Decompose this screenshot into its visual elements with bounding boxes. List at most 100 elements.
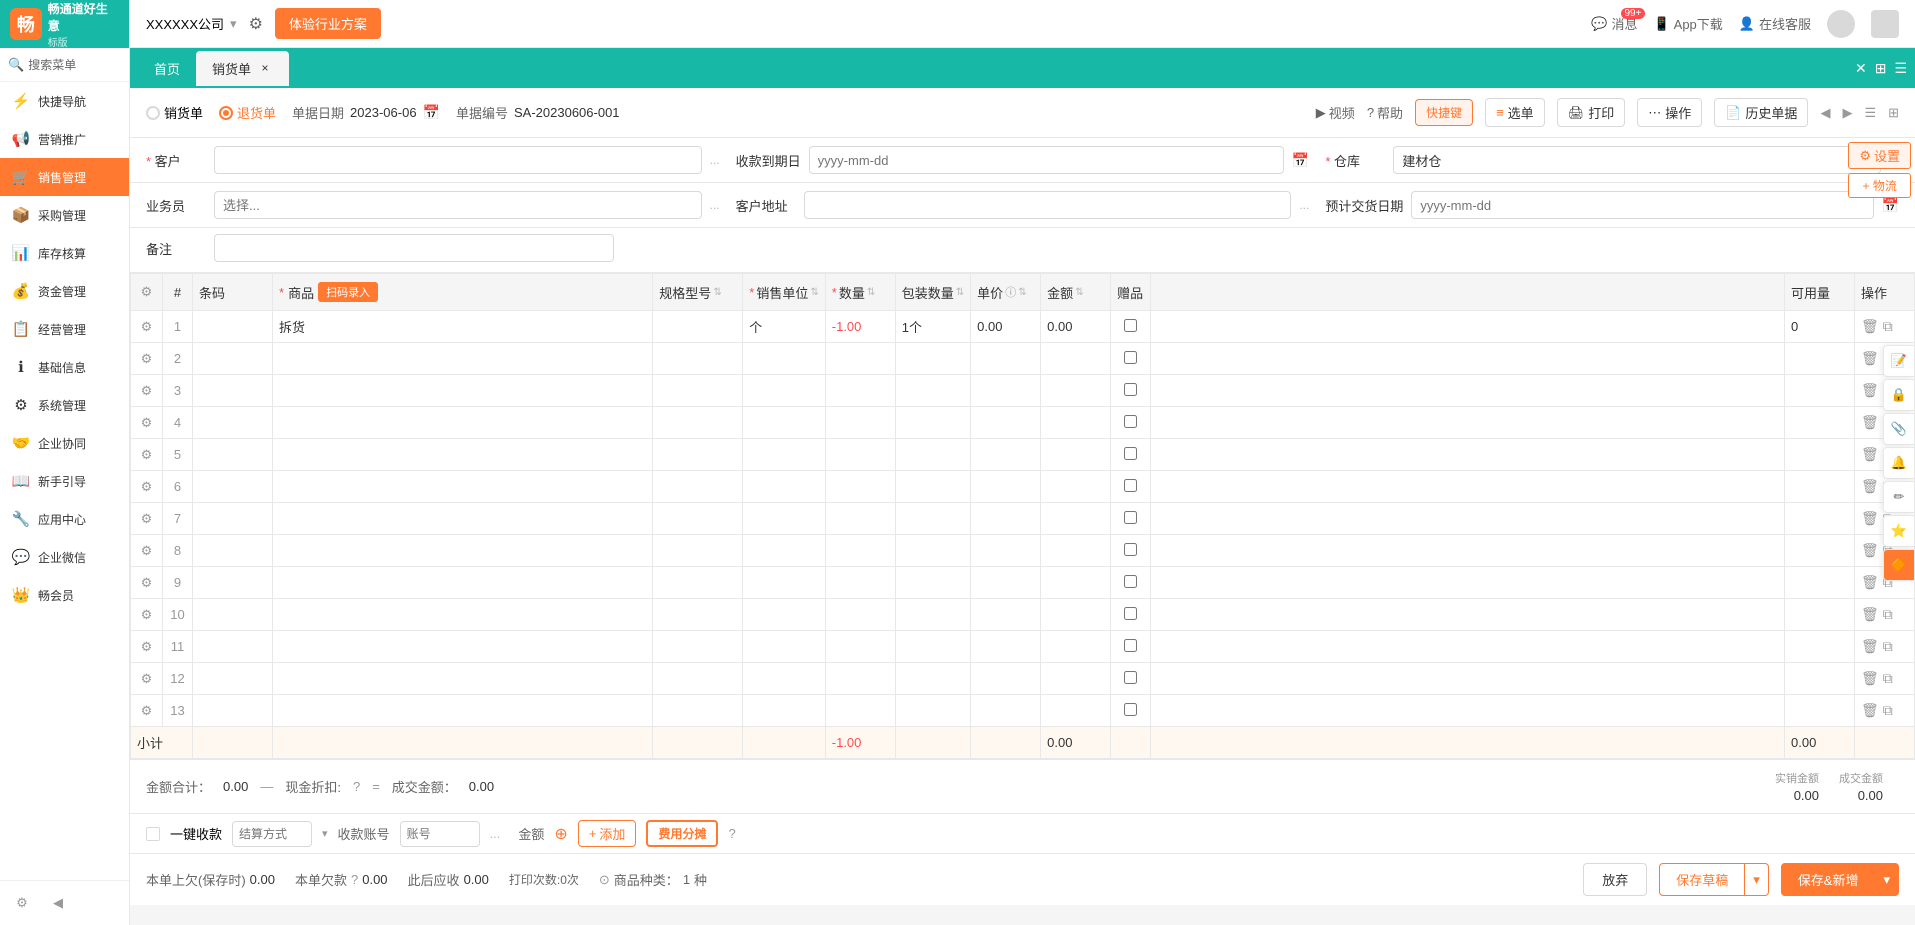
row-barcode[interactable] [193,471,273,503]
row-spec[interactable] [653,343,743,375]
row-spec[interactable] [653,503,743,535]
row-unit[interactable]: 个 [743,311,825,343]
operation-btn[interactable]: ⋯ 操作 [1637,98,1702,127]
row-pkg[interactable]: 1个 [895,311,970,343]
salesman-input[interactable] [214,191,702,219]
row-barcode[interactable] [193,599,273,631]
view-list-icon[interactable]: ☰ [1864,105,1876,121]
owe-help-icon[interactable]: ? [351,872,358,887]
add-btn[interactable]: + 添加 [578,820,637,847]
row-settings-cell[interactable]: ⚙ [131,695,163,727]
row-spec[interactable] [653,631,743,663]
row-delete-icon[interactable]: 🗑 [1861,542,1879,559]
row-product[interactable] [273,471,653,503]
row-unit[interactable] [743,535,825,567]
row-gift[interactable] [1111,631,1151,663]
sidebar-item-finance[interactable]: 💰 资金管理 [0,272,129,310]
row-pkg[interactable] [895,695,970,727]
row-qty[interactable] [825,407,895,439]
float-btn-4[interactable]: 🔔 [1883,447,1915,479]
row-product[interactable] [273,407,653,439]
row-pkg[interactable] [895,407,970,439]
th-settings[interactable]: ⚙ [131,274,163,311]
row-price[interactable] [971,439,1041,471]
save-new-arrow[interactable]: ▾ [1875,863,1899,896]
row-spec[interactable] [653,535,743,567]
addr-ellipsis[interactable]: ... [1299,198,1309,212]
float-btn-2[interactable]: 🔒 [1883,379,1915,411]
row-spec[interactable] [653,599,743,631]
row-price[interactable] [971,503,1041,535]
row-unit[interactable] [743,631,825,663]
row-spec[interactable] [653,663,743,695]
account-input[interactable] [400,821,480,847]
scan-btn[interactable]: 扫码录入 [318,282,378,302]
expected-date-input[interactable] [1411,191,1873,219]
row-settings-cell[interactable]: ⚙ [131,599,163,631]
row-amount[interactable] [1041,375,1111,407]
row-extra[interactable] [1151,311,1785,343]
row-product[interactable] [273,663,653,695]
remark-input[interactable] [214,234,614,262]
row-delete-icon[interactable]: 🗑 [1861,382,1879,399]
row-qty[interactable] [825,439,895,471]
row-extra[interactable] [1151,343,1785,375]
row-delete-icon[interactable]: 🗑 [1861,318,1879,335]
row-gift[interactable] [1111,599,1151,631]
row-product[interactable] [273,535,653,567]
logistics-btn[interactable]: + 物流 [1848,173,1911,198]
row-qty[interactable] [825,631,895,663]
row-pkg[interactable] [895,503,970,535]
row-settings-cell[interactable]: ⚙ [131,535,163,567]
row-barcode[interactable] [193,343,273,375]
print-btn[interactable]: 🖨 打印 [1557,98,1626,127]
payment-method-input[interactable] [232,821,312,847]
row-pkg[interactable] [895,471,970,503]
row-gift[interactable] [1111,343,1151,375]
row-barcode[interactable] [193,407,273,439]
sidebar-collapse-btn[interactable]: ◀ [44,889,72,917]
row-extra[interactable] [1151,599,1785,631]
row-product[interactable] [273,343,653,375]
user-settings[interactable] [1871,10,1899,38]
row-gift[interactable] [1111,567,1151,599]
row-barcode[interactable] [193,375,273,407]
sidebar-item-purchase[interactable]: 📦 采购管理 [0,196,129,234]
row-copy-icon[interactable]: ⧉ [1883,606,1893,623]
row-price[interactable]: 0.00 [971,311,1041,343]
account-ellipsis[interactable]: ... [490,826,501,841]
row-price[interactable] [971,599,1041,631]
one-click-payment-checkbox[interactable] [146,827,160,841]
grid-view-icon[interactable]: ⊞ [1875,60,1887,77]
row-pkg[interactable] [895,439,970,471]
row-gift[interactable] [1111,535,1151,567]
row-amount[interactable] [1041,503,1111,535]
nav-next-icon[interactable]: ▶ [1842,105,1852,121]
row-pkg[interactable] [895,375,970,407]
app-download-btn[interactable]: 📱 App下载 [1653,14,1722,33]
row-barcode[interactable] [193,567,273,599]
row-settings-cell[interactable]: ⚙ [131,343,163,375]
warehouse-input[interactable] [1393,146,1881,174]
sidebar-item-apps[interactable]: 🔧 应用中心 [0,500,129,538]
row-product[interactable] [273,599,653,631]
expense-help-icon[interactable]: ? [728,826,735,841]
row-amount[interactable] [1041,599,1111,631]
save-new-btn[interactable]: 保存&新增 [1781,863,1876,896]
row-extra[interactable] [1151,663,1785,695]
row-gift[interactable] [1111,503,1151,535]
row-qty[interactable] [825,663,895,695]
row-copy-icon[interactable]: ⧉ [1883,318,1893,335]
expense-btn[interactable]: 费用分摊 [646,820,718,847]
row-unit[interactable] [743,407,825,439]
row-price[interactable] [971,663,1041,695]
row-qty[interactable] [825,343,895,375]
row-price[interactable] [971,631,1041,663]
row-extra[interactable] [1151,535,1785,567]
row-unit[interactable] [743,471,825,503]
expected-date-calendar-icon[interactable]: 📅 [1882,197,1899,214]
sidebar-search[interactable]: 🔍 搜索菜单 [0,48,129,82]
sidebar-item-sales[interactable]: 🛒 销售管理 [0,158,129,196]
row-extra[interactable] [1151,471,1785,503]
row-gift[interactable] [1111,375,1151,407]
